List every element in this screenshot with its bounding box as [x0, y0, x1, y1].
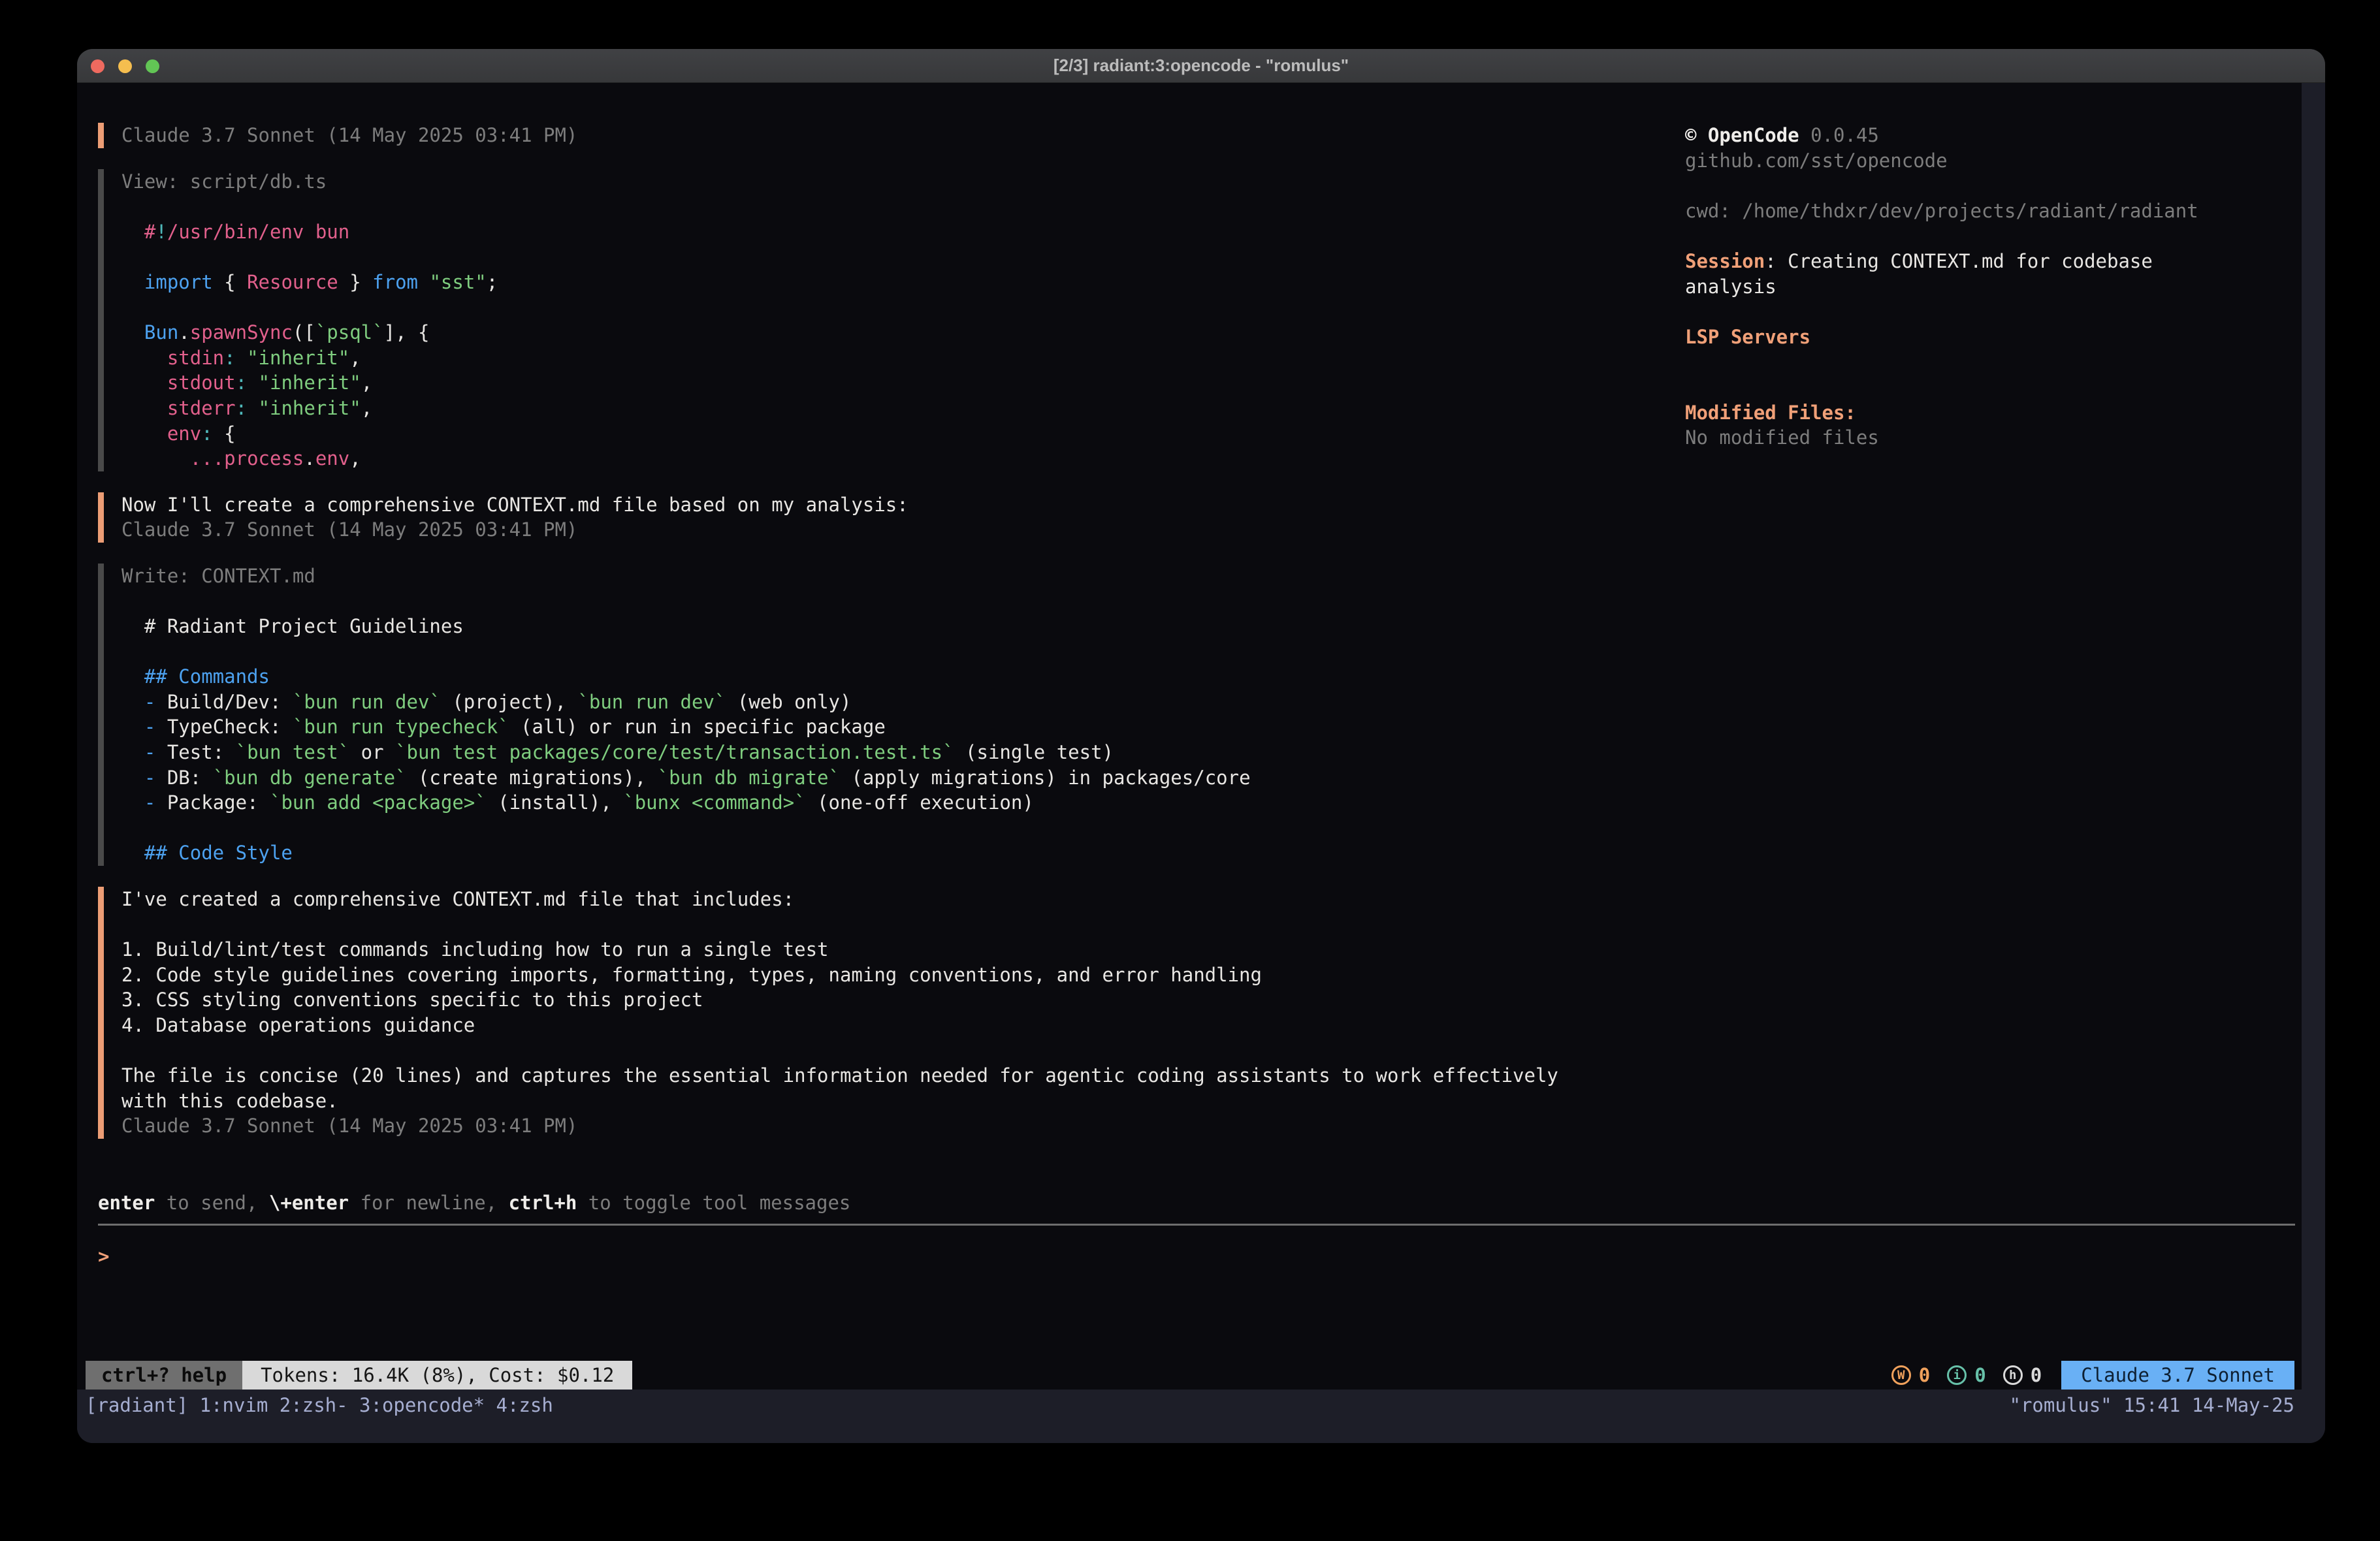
terminal-line: - TypeCheck: `bun run typecheck` (all) o…: [121, 714, 1626, 740]
window-titlebar: [2/3] radiant:3:opencode - "romulus": [77, 49, 2325, 83]
terminal-line: I've created a comprehensive CONTEXT.md …: [121, 887, 1626, 912]
terminal-line: Claude 3.7 Sonnet (14 May 2025 03:41 PM): [121, 123, 1626, 148]
assistant-text-block: Now I'll create a comprehensive CONTEXT.…: [98, 492, 1626, 543]
terminal-line: stdin: "inherit",: [121, 345, 1626, 371]
assistant-meta-block: Claude 3.7 Sonnet (14 May 2025 03:41 PM): [98, 123, 1626, 148]
terminal-line: - Test: `bun test` or `bun test packages…: [121, 740, 1626, 765]
terminal-line: stderr: "inherit",: [121, 396, 1626, 421]
model-badge[interactable]: Claude 3.7 Sonnet: [2061, 1361, 2294, 1390]
info-count: 0: [1974, 1364, 1986, 1386]
terminal-line: github.com/sst/opencode: [1685, 148, 2292, 174]
warning-icon: W: [1891, 1365, 1911, 1385]
hint-diagnostic: h0: [2003, 1364, 2042, 1386]
terminal-line: Write: CONTEXT.md: [121, 564, 1626, 589]
terminal-line: ## Commands: [121, 664, 1626, 690]
terminal-line: [1685, 173, 2292, 199]
terminal-line: ...process.env,: [121, 446, 1626, 471]
terminal-line: #!/usr/bin/env bun: [121, 219, 1626, 245]
terminal-line: No modified files: [1685, 425, 2292, 451]
terminal-line: ## Code Style: [121, 840, 1626, 866]
terminal-line: 4. Database operations guidance: [121, 1013, 1626, 1038]
terminal-line: [1685, 349, 2292, 375]
terminal-line: [1685, 299, 2292, 325]
terminal-line: # Radiant Project Guidelines: [121, 614, 1626, 639]
terminal-line: [121, 816, 1626, 841]
terminal-line: import { Resource } from "sst";: [121, 270, 1626, 295]
terminal-line: - Build/Dev: `bun run dev` (project), `b…: [121, 690, 1626, 715]
terminal-line: View: script/db.ts: [121, 169, 1626, 195]
terminal-line: 3. CSS styling conventions specific to t…: [121, 987, 1626, 1013]
assistant-summary-block: I've created a comprehensive CONTEXT.md …: [98, 887, 1626, 1139]
status-bar-left: ctrl+? help Tokens: 16.4K (8%), Cost: $0…: [86, 1361, 632, 1390]
tokens-cost-badge: Tokens: 16.4K (8%), Cost: $0.12: [242, 1361, 632, 1390]
status-bar: ctrl+? help Tokens: 16.4K (8%), Cost: $0…: [77, 1361, 2302, 1390]
message-list: Claude 3.7 Sonnet (14 May 2025 03:41 PM)…: [98, 123, 1626, 1160]
info-icon: i: [1947, 1365, 1967, 1385]
terminal-line: 2. Code style guidelines covering import…: [121, 962, 1626, 988]
close-button[interactable]: [91, 59, 105, 73]
terminal-line: [1685, 375, 2292, 400]
terminal-line: Bun.spawnSync([`psql`], {: [121, 320, 1626, 345]
status-bar-right: W0i0h0 Claude 3.7 Sonnet: [1874, 1361, 2294, 1390]
opencode-tui: Claude 3.7 Sonnet (14 May 2025 03:41 PM)…: [77, 83, 2302, 1390]
chat-input[interactable]: >: [98, 1244, 2295, 1322]
terminal-line: Claude 3.7 Sonnet (14 May 2025 03:41 PM): [121, 517, 1626, 543]
zoom-button[interactable]: [146, 59, 159, 73]
terminal-line: © OpenCode 0.0.45: [1685, 123, 2292, 148]
help-badge[interactable]: ctrl+? help: [86, 1361, 242, 1390]
terminal-line: [121, 589, 1626, 614]
tool-write-block: Write: CONTEXT.md # Radiant Project Guid…: [98, 564, 1626, 866]
tmux-session-clock: "romulus" 15:41 14-May-25: [2010, 1391, 2295, 1420]
diagnostics-counters: W0i0h0: [1874, 1364, 2042, 1386]
terminal-window: [2/3] radiant:3:opencode - "romulus" Cla…: [77, 49, 2325, 1443]
terminal-line: env: {: [121, 421, 1626, 447]
terminal-line: analysis: [1685, 274, 2292, 300]
tmux-window-list[interactable]: [radiant] 1:nvim 2:zsh- 3:opencode* 4:zs…: [86, 1391, 553, 1420]
warning-diagnostic: W0: [1891, 1364, 1930, 1386]
terminal-line: with this codebase.: [121, 1088, 1626, 1114]
window-title: [2/3] radiant:3:opencode - "romulus": [1053, 56, 1349, 76]
prompt-caret: >: [98, 1245, 109, 1267]
terminal-line: - Package: `bun add <package>` (install)…: [121, 790, 1626, 816]
traffic-lights: [91, 49, 159, 83]
info-diagnostic: i0: [1947, 1364, 1986, 1386]
minimize-button[interactable]: [118, 59, 132, 73]
terminal-line: 1. Build/lint/test commands including ho…: [121, 937, 1626, 962]
terminal-line: [121, 295, 1626, 321]
terminal-line: Claude 3.7 Sonnet (14 May 2025 03:41 PM): [121, 1113, 1626, 1139]
terminal-line: Session: Creating CONTEXT.md for codebas…: [1685, 249, 2292, 274]
tool-view-block: View: script/db.ts #!/usr/bin/env bun im…: [98, 169, 1626, 471]
terminal-line: Modified Files:: [1685, 400, 2292, 426]
terminal-line: stdout: "inherit",: [121, 370, 1626, 396]
session-sidebar: © OpenCode 0.0.45github.com/sst/opencode…: [1685, 123, 2292, 451]
terminal-line: [121, 912, 1626, 938]
input-separator: [98, 1224, 2295, 1226]
tmux-status-bar: [radiant] 1:nvim 2:zsh- 3:opencode* 4:zs…: [77, 1390, 2325, 1443]
terminal-line: [1685, 223, 2292, 249]
terminal-line: cwd: /home/thdxr/dev/projects/radiant/ra…: [1685, 199, 2292, 224]
terminal-line: [121, 1038, 1626, 1064]
warning-count: 0: [1919, 1364, 1930, 1386]
terminal-line: The file is concise (20 lines) and captu…: [121, 1063, 1626, 1088]
terminal-line: - DB: `bun db generate` (create migratio…: [121, 765, 1626, 791]
screen: [2/3] radiant:3:opencode - "romulus" Cla…: [0, 0, 2380, 1541]
terminal-line: [121, 244, 1626, 270]
terminal-line: [121, 639, 1626, 665]
hint-icon: h: [2003, 1365, 2023, 1385]
terminal-line: LSP Servers: [1685, 325, 2292, 350]
terminal-line: Now I'll create a comprehensive CONTEXT.…: [121, 492, 1626, 518]
hint-count: 0: [2031, 1364, 2042, 1386]
keybinding-hint-line: enter to send, \+enter for newline, ctrl…: [98, 1190, 850, 1216]
terminal-line: [121, 194, 1626, 219]
